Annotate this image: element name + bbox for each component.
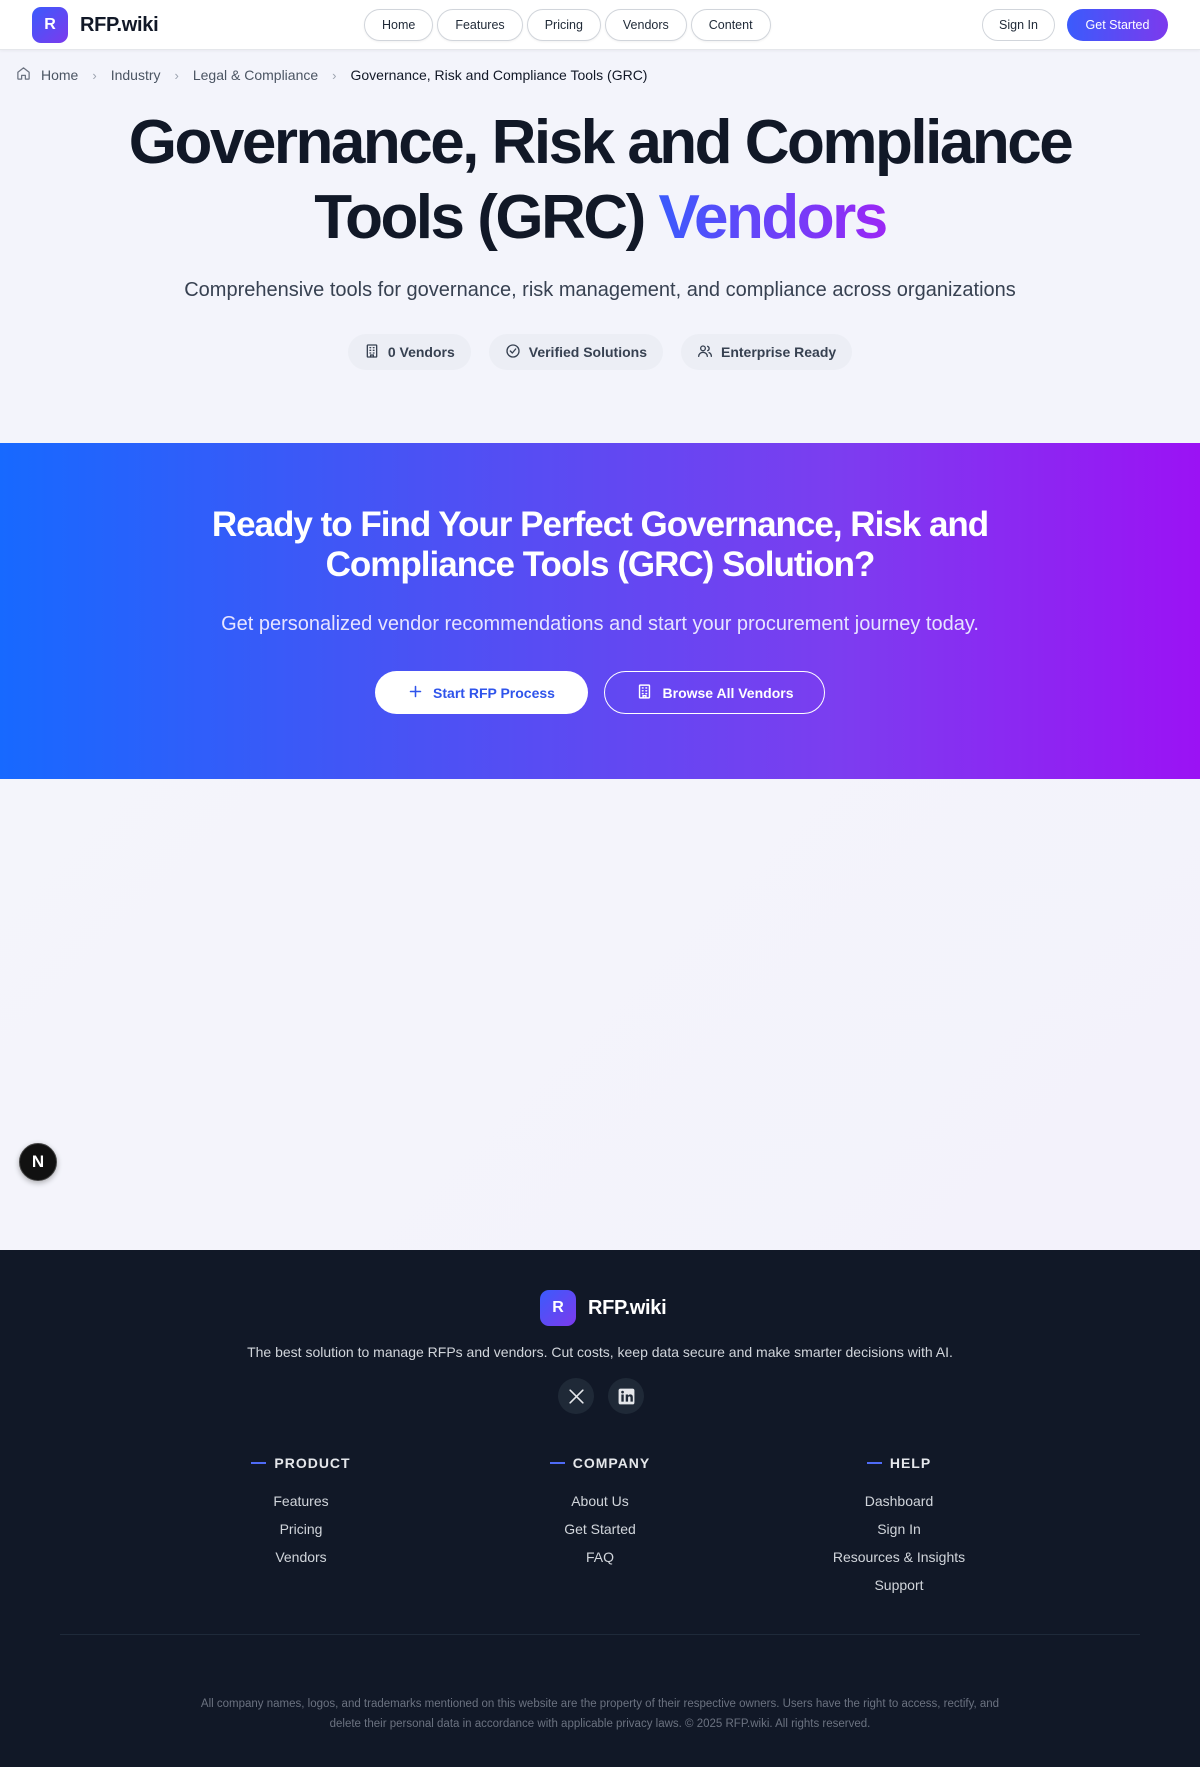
social-links xyxy=(558,1378,644,1414)
page-subtitle: Comprehensive tools for governance, risk… xyxy=(184,279,1016,301)
start-rfp-button[interactable]: Start RFP Process xyxy=(375,671,588,714)
cta-section: Ready to Find Your Perfect Governance, R… xyxy=(0,443,1200,779)
x-twitter-icon[interactable] xyxy=(558,1378,594,1414)
building-icon xyxy=(364,343,380,362)
footer-link-about[interactable]: About Us xyxy=(480,1487,720,1515)
nav-home[interactable]: Home xyxy=(364,9,434,41)
linkedin-icon[interactable] xyxy=(608,1378,644,1414)
footer-legal-text: All company names, logos, and trademarks… xyxy=(140,1694,1060,1734)
users-icon xyxy=(697,343,713,362)
nav-pricing[interactable]: Pricing xyxy=(526,9,601,41)
logo-text: RFP.wiki xyxy=(80,13,159,36)
footer-column-product: PRODUCT Features Pricing Vendors xyxy=(181,1455,421,1571)
footer-column-help: HELP Dashboard Sign In Resources & Insig… xyxy=(779,1455,1019,1599)
top-navbar: R RFP.wiki Home Features Pricing Vendors… xyxy=(0,0,1200,50)
enterprise-badge: Enterprise Ready xyxy=(681,334,853,370)
cta-title-line1: Ready to Find Your Perfect Governance, R… xyxy=(211,505,989,544)
browse-vendors-label: Browse All Vendors xyxy=(662,684,794,701)
browse-vendors-button[interactable]: Browse All Vendors xyxy=(604,671,825,714)
cta-title: Ready to Find Your Perfect Governance, R… xyxy=(0,505,1200,585)
logo-icon: R xyxy=(540,1290,576,1326)
footer-divider xyxy=(60,1634,1140,1635)
legal-line-2: delete their personal data in accordance… xyxy=(329,1718,871,1730)
chevron-right-icon: › xyxy=(174,67,179,83)
footer-link-pricing[interactable]: Pricing xyxy=(181,1515,421,1543)
check-circle-icon xyxy=(505,343,521,362)
footer-link-resources[interactable]: Resources & Insights xyxy=(779,1543,1019,1571)
footer-heading-company: COMPANY xyxy=(480,1455,720,1471)
dash-icon xyxy=(251,1462,267,1464)
page-title-line1: Governance, Risk and Compliance xyxy=(128,108,1074,177)
plus-icon xyxy=(408,684,423,702)
footer-link-dashboard[interactable]: Dashboard xyxy=(779,1487,1019,1515)
verified-badge: Verified Solutions xyxy=(488,334,663,370)
sign-in-button[interactable]: Sign In xyxy=(982,9,1055,41)
vendor-count-label: 0 Vendors xyxy=(387,344,455,360)
vendor-count-badge: 0 Vendors xyxy=(347,334,471,370)
footer-link-vendors[interactable]: Vendors xyxy=(181,1543,421,1571)
start-rfp-label: Start RFP Process xyxy=(433,684,555,701)
footer-heading-label: COMPANY xyxy=(572,1455,651,1471)
page-title-highlight: Vendors xyxy=(658,183,889,252)
enterprise-label: Enterprise Ready xyxy=(721,344,837,360)
footer-logo[interactable]: R RFP.wiki xyxy=(540,1290,667,1326)
hero-badges: 0 Vendors Verified Solutions Enterprise … xyxy=(0,334,1200,370)
breadcrumb-industry[interactable]: Industry xyxy=(111,67,161,83)
nav-vendors[interactable]: Vendors xyxy=(604,9,687,41)
page-title: Governance, Risk and Compliance Tools (G… xyxy=(0,105,1200,255)
footer-link-support[interactable]: Support xyxy=(779,1571,1019,1599)
home-icon[interactable] xyxy=(16,66,31,84)
building-icon xyxy=(636,683,653,703)
chevron-right-icon: › xyxy=(332,67,337,83)
content-area xyxy=(0,779,1200,1250)
cta-title-line2: Compliance Tools (GRC) Solution? xyxy=(325,545,876,584)
footer-heading-label: HELP xyxy=(889,1455,932,1471)
footer-logo-text: RFP.wiki xyxy=(588,1296,667,1319)
footer-link-sign-in[interactable]: Sign In xyxy=(779,1515,1019,1543)
dev-tools-badge[interactable]: N xyxy=(19,1143,57,1181)
page-title-line2: Tools (GRC) xyxy=(314,183,646,252)
get-started-button[interactable]: Get Started xyxy=(1067,9,1168,41)
verified-label: Verified Solutions xyxy=(528,344,647,360)
footer-link-faq[interactable]: FAQ xyxy=(480,1543,720,1571)
breadcrumb-home[interactable]: Home xyxy=(41,67,78,83)
footer-heading-help: HELP xyxy=(779,1455,1019,1471)
cta-subtitle: Get personalized vendor recommendations … xyxy=(221,613,979,635)
footer-link-features[interactable]: Features xyxy=(181,1487,421,1515)
main-nav: Home Features Pricing Vendors Content xyxy=(364,9,771,41)
footer-link-get-started[interactable]: Get Started xyxy=(480,1515,720,1543)
footer-tagline: The best solution to manage RFPs and ven… xyxy=(247,1344,953,1360)
nav-content[interactable]: Content xyxy=(690,9,771,41)
brand-logo[interactable]: R RFP.wiki xyxy=(32,7,159,43)
dash-icon xyxy=(549,1462,565,1464)
breadcrumb: Home › Industry › Legal & Compliance › G… xyxy=(16,66,647,84)
footer-heading-product: PRODUCT xyxy=(181,1455,421,1471)
nav-features[interactable]: Features xyxy=(437,9,523,41)
site-footer: R RFP.wiki The best solution to manage R… xyxy=(0,1250,1200,1767)
dash-icon xyxy=(866,1462,882,1464)
footer-column-company: COMPANY About Us Get Started FAQ xyxy=(480,1455,720,1571)
chevron-right-icon: › xyxy=(92,67,97,83)
footer-heading-label: PRODUCT xyxy=(274,1455,351,1471)
logo-icon: R xyxy=(32,7,68,43)
breadcrumb-current: Governance, Risk and Compliance Tools (G… xyxy=(350,67,648,83)
legal-line-1: All company names, logos, and trademarks… xyxy=(200,1698,1000,1710)
breadcrumb-legal-compliance[interactable]: Legal & Compliance xyxy=(193,67,318,83)
